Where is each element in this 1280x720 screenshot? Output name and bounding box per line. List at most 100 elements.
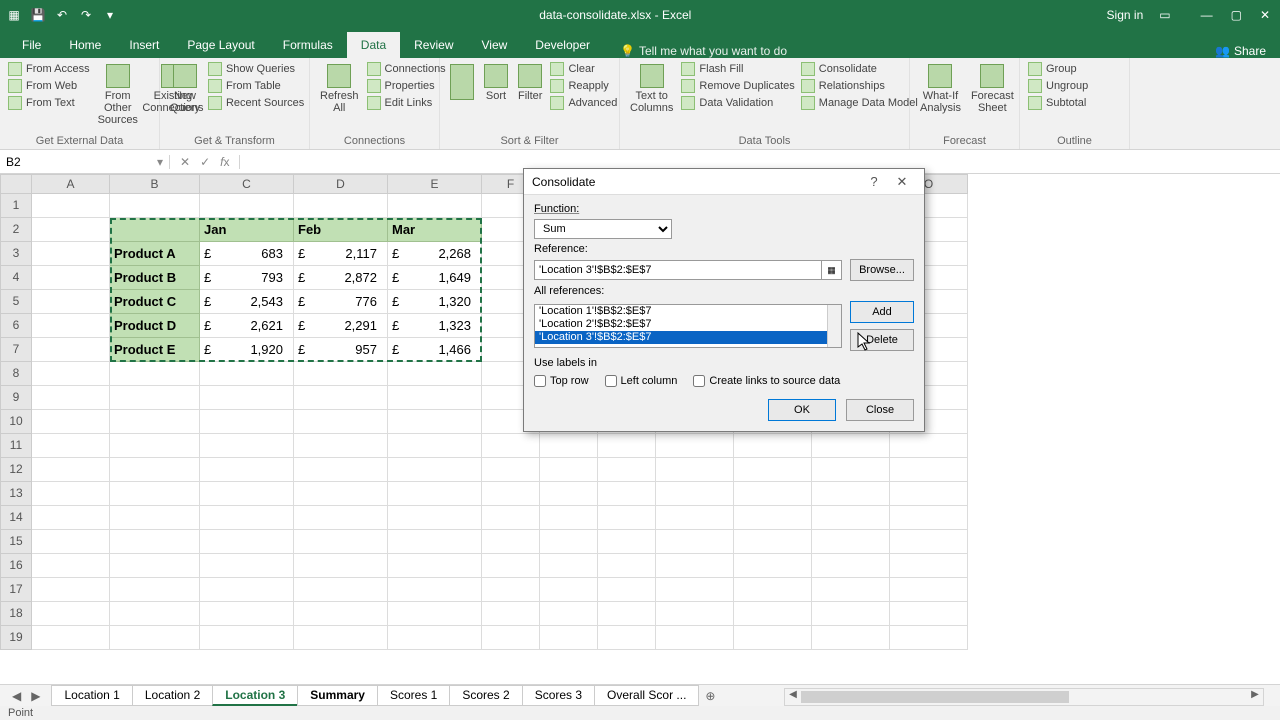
cell-N16[interactable] bbox=[812, 554, 890, 578]
cell-A12[interactable] bbox=[32, 458, 110, 482]
select-all-corner[interactable] bbox=[0, 174, 32, 194]
data-validation[interactable]: Data Validation bbox=[681, 96, 794, 110]
cell-B15[interactable] bbox=[110, 530, 200, 554]
tab-file[interactable]: File bbox=[8, 32, 55, 58]
cell-E19[interactable] bbox=[388, 626, 482, 650]
cell-C12[interactable] bbox=[200, 458, 294, 482]
cell-E6[interactable]: £1,323 bbox=[388, 314, 482, 338]
cell-D10[interactable] bbox=[294, 410, 388, 434]
cell-H19[interactable] bbox=[598, 626, 656, 650]
cell-B3[interactable]: Product A bbox=[110, 242, 200, 266]
cell-C3[interactable]: £683 bbox=[200, 242, 294, 266]
ribbon-display-icon[interactable]: ▭ bbox=[1159, 8, 1170, 22]
tab-review[interactable]: Review bbox=[400, 32, 467, 58]
cell-D12[interactable] bbox=[294, 458, 388, 482]
cell-F17[interactable] bbox=[482, 578, 540, 602]
cell-D1[interactable] bbox=[294, 194, 388, 218]
function-select[interactable]: Sum bbox=[534, 219, 672, 239]
cell-D15[interactable] bbox=[294, 530, 388, 554]
cell-D7[interactable]: £957 bbox=[294, 338, 388, 362]
cell-A18[interactable] bbox=[32, 602, 110, 626]
cell-D16[interactable] bbox=[294, 554, 388, 578]
cell-D13[interactable] bbox=[294, 482, 388, 506]
cell-D9[interactable] bbox=[294, 386, 388, 410]
cell-G14[interactable] bbox=[540, 506, 598, 530]
cell-A1[interactable] bbox=[32, 194, 110, 218]
from-access[interactable]: From Access bbox=[8, 62, 90, 76]
cell-N11[interactable] bbox=[812, 434, 890, 458]
connections-btn[interactable]: Connections bbox=[367, 62, 446, 76]
row-header-10[interactable]: 10 bbox=[0, 410, 32, 434]
cell-B1[interactable] bbox=[110, 194, 200, 218]
sheet-tab-overall-scor-[interactable]: Overall Scor ... bbox=[594, 685, 699, 706]
tab-insert[interactable]: Insert bbox=[115, 32, 173, 58]
cell-F19[interactable] bbox=[482, 626, 540, 650]
dialog-help-icon[interactable]: ? bbox=[860, 174, 888, 189]
row-header-17[interactable]: 17 bbox=[0, 578, 32, 602]
from-table[interactable]: From Table bbox=[208, 79, 304, 93]
cell-E17[interactable] bbox=[388, 578, 482, 602]
cell-O15[interactable] bbox=[890, 530, 968, 554]
cell-L16[interactable] bbox=[656, 554, 734, 578]
cell-C1[interactable] bbox=[200, 194, 294, 218]
cell-B13[interactable] bbox=[110, 482, 200, 506]
cell-E15[interactable] bbox=[388, 530, 482, 554]
cell-G13[interactable] bbox=[540, 482, 598, 506]
cell-E12[interactable] bbox=[388, 458, 482, 482]
cell-N13[interactable] bbox=[812, 482, 890, 506]
cell-O13[interactable] bbox=[890, 482, 968, 506]
cell-A13[interactable] bbox=[32, 482, 110, 506]
cell-A19[interactable] bbox=[32, 626, 110, 650]
cell-H15[interactable] bbox=[598, 530, 656, 554]
cell-B19[interactable] bbox=[110, 626, 200, 650]
cell-A14[interactable] bbox=[32, 506, 110, 530]
cell-F12[interactable] bbox=[482, 458, 540, 482]
leftcol-checkbox[interactable]: Left column bbox=[605, 375, 678, 387]
from-text[interactable]: From Text bbox=[8, 96, 90, 110]
cell-D11[interactable] bbox=[294, 434, 388, 458]
recent-sources[interactable]: Recent Sources bbox=[208, 96, 304, 110]
cell-E9[interactable] bbox=[388, 386, 482, 410]
sheet-tab-summary[interactable]: Summary bbox=[297, 685, 378, 706]
col-header-C[interactable]: C bbox=[200, 174, 294, 194]
cell-M19[interactable] bbox=[734, 626, 812, 650]
save-icon[interactable]: 💾 bbox=[30, 7, 46, 23]
cell-H18[interactable] bbox=[598, 602, 656, 626]
cell-E16[interactable] bbox=[388, 554, 482, 578]
cell-B18[interactable] bbox=[110, 602, 200, 626]
row-header-19[interactable]: 19 bbox=[0, 626, 32, 650]
cell-O17[interactable] bbox=[890, 578, 968, 602]
fx-icon[interactable]: fx bbox=[220, 155, 229, 169]
cell-C14[interactable] bbox=[200, 506, 294, 530]
close-button[interactable]: Close bbox=[846, 399, 914, 421]
cell-M14[interactable] bbox=[734, 506, 812, 530]
cell-A7[interactable] bbox=[32, 338, 110, 362]
cell-E10[interactable] bbox=[388, 410, 482, 434]
row-header-9[interactable]: 9 bbox=[0, 386, 32, 410]
row-header-13[interactable]: 13 bbox=[0, 482, 32, 506]
cell-F11[interactable] bbox=[482, 434, 540, 458]
row-header-11[interactable]: 11 bbox=[0, 434, 32, 458]
tab-page-layout[interactable]: Page Layout bbox=[173, 32, 268, 58]
forecast-sheet[interactable]: Forecast Sheet bbox=[969, 62, 1016, 116]
cell-B11[interactable] bbox=[110, 434, 200, 458]
cell-D14[interactable] bbox=[294, 506, 388, 530]
cell-B10[interactable] bbox=[110, 410, 200, 434]
delete-button[interactable]: Delete bbox=[850, 329, 914, 351]
cell-D18[interactable] bbox=[294, 602, 388, 626]
undo-icon[interactable]: ↶ bbox=[54, 7, 70, 23]
cell-G15[interactable] bbox=[540, 530, 598, 554]
sheet-tab-scores-3[interactable]: Scores 3 bbox=[522, 685, 595, 706]
cell-L19[interactable] bbox=[656, 626, 734, 650]
cell-B5[interactable]: Product C bbox=[110, 290, 200, 314]
tell-me-input[interactable]: Tell me what you want to do bbox=[639, 44, 787, 58]
tab-view[interactable]: View bbox=[468, 32, 522, 58]
cell-A10[interactable] bbox=[32, 410, 110, 434]
cell-D4[interactable]: £2,872 bbox=[294, 266, 388, 290]
cell-L18[interactable] bbox=[656, 602, 734, 626]
cell-A8[interactable] bbox=[32, 362, 110, 386]
row-header-2[interactable]: 2 bbox=[0, 218, 32, 242]
cell-L12[interactable] bbox=[656, 458, 734, 482]
new-sheet-icon[interactable]: ⊕ bbox=[705, 689, 715, 703]
tab-home[interactable]: Home bbox=[55, 32, 115, 58]
